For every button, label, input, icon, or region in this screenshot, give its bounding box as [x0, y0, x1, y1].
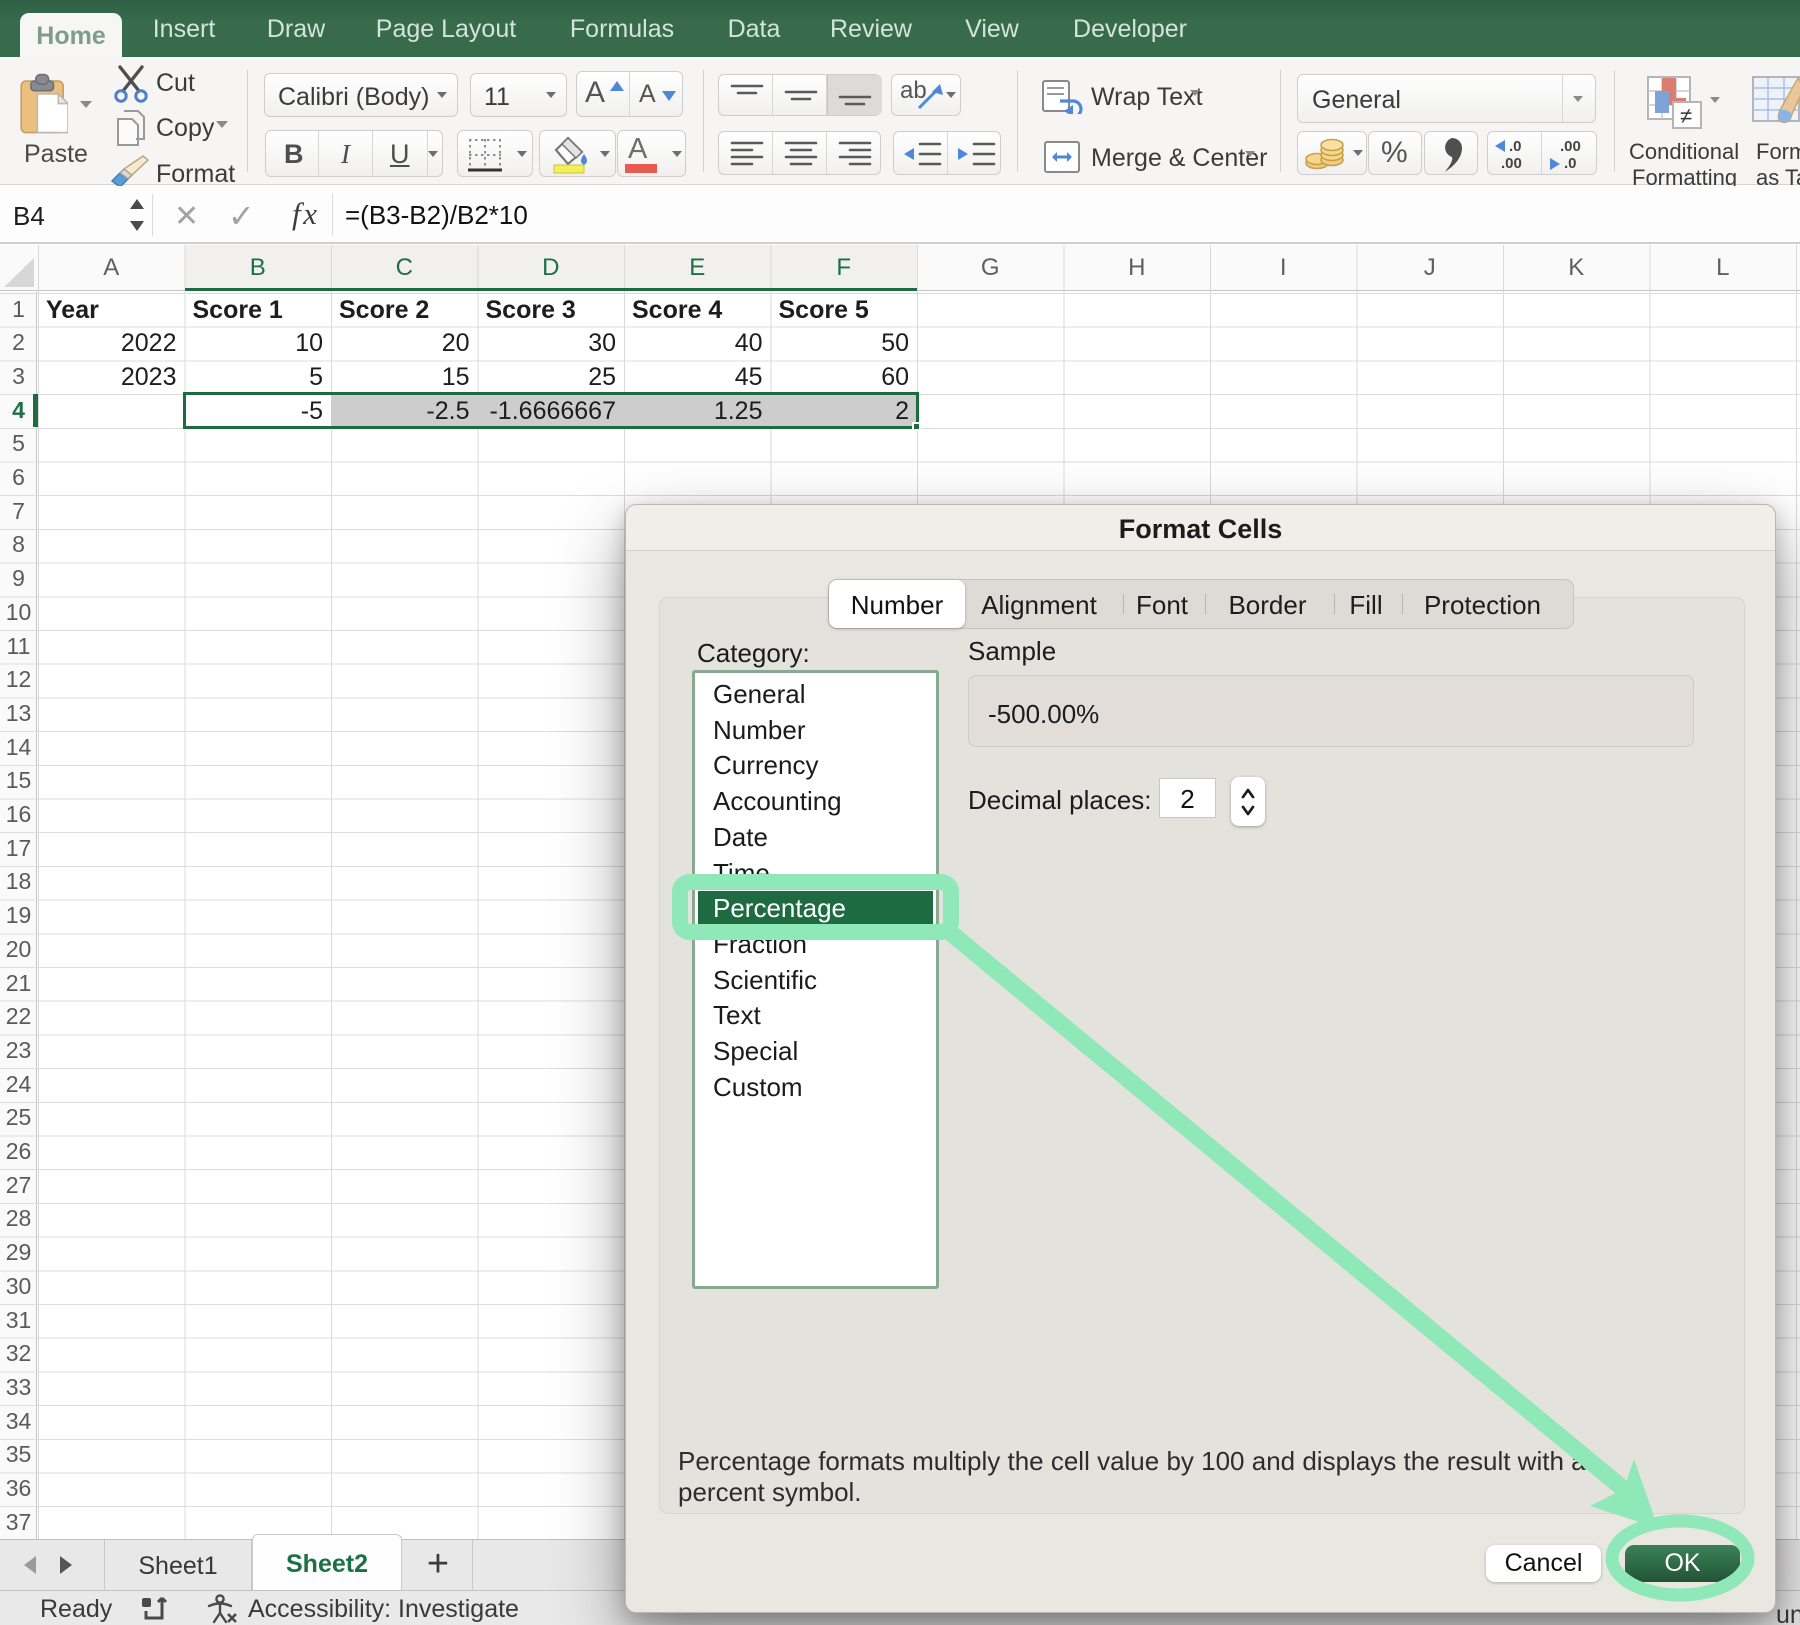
svg-text:.00: .00 [1560, 138, 1581, 155]
svg-text:.00: .00 [1501, 155, 1522, 171]
svg-text:≠: ≠ [1680, 103, 1692, 128]
svg-text:.0: .0 [1509, 138, 1522, 155]
svg-text:.0: .0 [1564, 155, 1577, 171]
